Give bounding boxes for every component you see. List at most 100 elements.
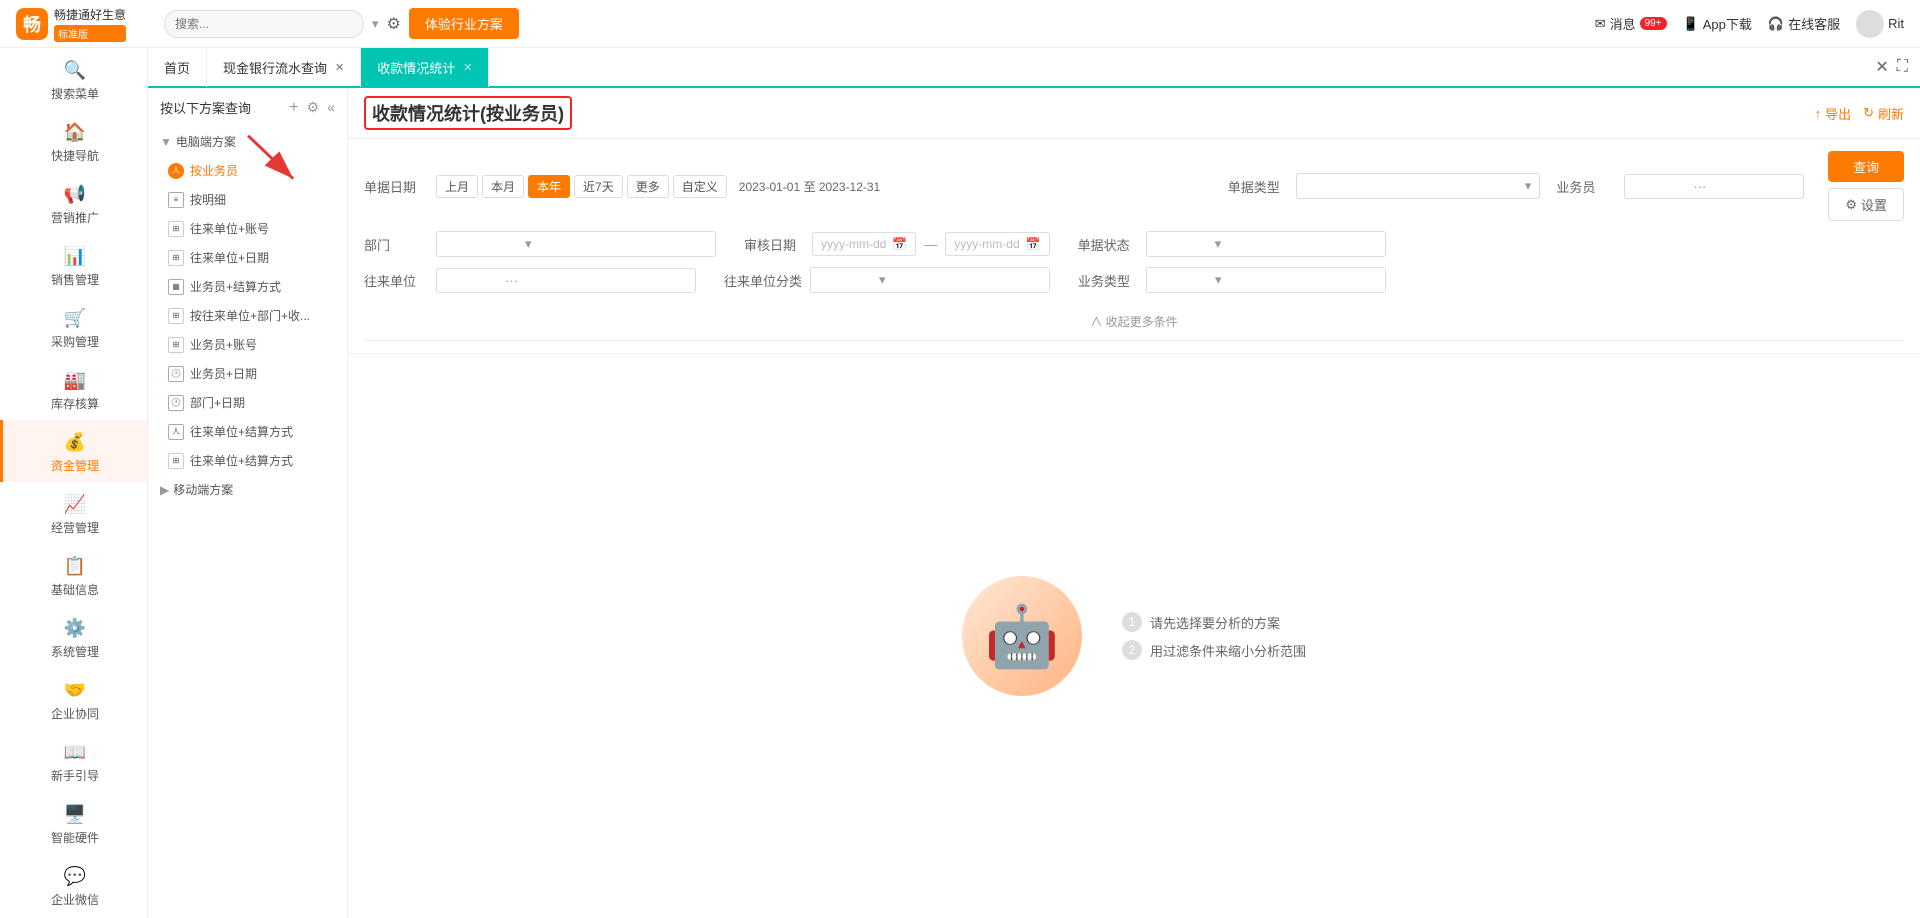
schema-item-salesman-account[interactable]: ⊞ 业务员+账号 — [148, 330, 347, 359]
edition-badge: 标准版 — [54, 25, 126, 42]
sidebar-item-marketing[interactable]: 📢 营销推广 — [0, 172, 147, 234]
app-download-label: App下载 — [1703, 14, 1752, 33]
last7-btn[interactable]: 近7天 — [574, 175, 623, 198]
schema-item-salesman-calc[interactable]: ▦ 业务员+结算方式 — [148, 272, 347, 301]
schema-item-unit-dept[interactable]: ⊞ 按往来单位+部门+收... — [148, 301, 347, 330]
collapse-button[interactable]: ∧ 收起更多条件 — [1090, 313, 1177, 330]
filter-row-2: 部门 ▾ 审核日期 yyyy-mm-dd 📅 — — [364, 231, 1904, 257]
doc-status-label: 单据状态 — [1078, 235, 1138, 254]
last-month-btn[interactable]: 上月 — [436, 175, 478, 198]
sidebar-item-inventory[interactable]: 🏭 库存核算 — [0, 358, 147, 420]
tab-bank-flow-label: 现金银行流水查询 — [223, 58, 327, 77]
schema-item-label: 往来单位+结算方式 — [190, 452, 293, 469]
schema-item-unit-date[interactable]: ⊞ 往来单位+日期 — [148, 243, 347, 272]
query-button[interactable]: 查询 — [1828, 151, 1904, 182]
calendar-from-icon[interactable]: 📅 — [892, 237, 907, 251]
schema-mobile-arrow[interactable]: ▶ — [160, 483, 169, 497]
sidebar-item-search-menu[interactable]: 🔍 搜索菜单 — [0, 48, 147, 110]
schema-item-label: 业务员+日期 — [190, 365, 257, 382]
doc-type-select[interactable]: ▾ — [1296, 173, 1541, 199]
tab-close-all-icon[interactable]: ✕ — [1875, 57, 1888, 77]
sidebar-item-purchase[interactable]: 🛒 采购管理 — [0, 296, 147, 358]
sidebar-item-label: 资金管理 — [51, 457, 99, 474]
sidebar-item-wechat[interactable]: 💬 企业微信 — [0, 854, 147, 916]
tip-number-1: 1 — [1122, 612, 1142, 632]
header-gear-icon[interactable]: ⚙ — [387, 14, 401, 34]
tab-bank-flow[interactable]: 现金银行流水查询 ✕ — [207, 48, 361, 87]
header-search-input[interactable] — [164, 10, 364, 38]
biz-type-select[interactable]: ▾ — [1146, 267, 1386, 293]
partner-select[interactable]: ··· — [436, 268, 696, 293]
tab-collection-stats[interactable]: 收款情况统计 ✕ — [361, 48, 489, 87]
schema-item-salesman-date[interactable]: 🕐 业务员+日期 — [148, 359, 347, 388]
sidebar-item-sales[interactable]: 📊 销售管理 — [0, 234, 147, 296]
settings-button[interactable]: ⚙ 设置 — [1828, 188, 1904, 221]
app-download-item[interactable]: 📱 App下载 — [1683, 14, 1752, 33]
calendar-to-icon[interactable]: 📅 — [1026, 237, 1041, 251]
schema-item-by-detail[interactable]: ≡ 按明细 — [148, 185, 347, 214]
refresh-button[interactable]: ↻ 刷新 — [1863, 104, 1904, 123]
salesman-more-icon[interactable]: ··· — [1693, 179, 1706, 194]
doc-status-select[interactable]: ▾ — [1146, 231, 1386, 257]
schema-item-unit-calc1[interactable]: 人 往来单位+结算方式 — [148, 417, 347, 446]
sidebar-item-label: 新手引导 — [51, 767, 99, 784]
online-service-item[interactable]: 🎧 在线客服 — [1768, 14, 1840, 33]
schema-mobile-section: ▶ 移动端方案 — [148, 475, 347, 504]
dept-date-icon: 🕐 — [168, 395, 184, 411]
schema-item-unit-calc2[interactable]: ⊞ 往来单位+结算方式 — [148, 446, 347, 475]
review-date-from-value: yyyy-mm-dd — [821, 237, 886, 251]
logo-area: 畅 畅捷通好生意 标准版 — [16, 6, 164, 42]
partner-category-select[interactable]: ▾ — [810, 267, 1050, 293]
review-date-from[interactable]: yyyy-mm-dd 📅 — [812, 232, 916, 256]
filter-area: 单据日期 上月 本月 本年 近7天 更多 自定义 2023-01-01 至 20… — [348, 139, 1920, 354]
custom-btn[interactable]: 自定义 — [673, 175, 727, 198]
this-month-btn[interactable]: 本月 — [482, 175, 524, 198]
sidebar-item-capital[interactable]: 💰 资金管理 — [0, 420, 147, 482]
salesman-account-icon: ⊞ — [168, 337, 184, 353]
schema-section-arrow[interactable]: ▼ — [160, 135, 172, 149]
wechat-icon: 💬 — [64, 866, 86, 887]
dept-select[interactable]: ▾ — [436, 231, 716, 257]
messages-item[interactable]: ✉ 消息 99+ — [1595, 14, 1667, 33]
doc-status-arrow-icon: ▾ — [1215, 236, 1222, 252]
date-label: 单据日期 — [364, 177, 424, 196]
review-date-to[interactable]: yyyy-mm-dd 📅 — [945, 232, 1049, 256]
sidebar-item-quick-nav[interactable]: 🏠 快捷导航 — [0, 110, 147, 172]
sidebar: 🔍 搜索菜单 🏠 快捷导航 📢 营销推广 📊 销售管理 🛒 采购管理 🏭 库存核… — [0, 48, 148, 918]
empty-tip-2: 2 用过滤条件来缩小分析范围 — [1122, 640, 1306, 660]
this-year-btn[interactable]: 本年 — [528, 175, 570, 198]
tab-bank-flow-close-icon[interactable]: ✕ — [335, 61, 344, 74]
messages-label: 消息 — [1610, 14, 1636, 33]
sidebar-item-enterprise[interactable]: 🤝 企业协同 — [0, 668, 147, 730]
schema-collapse-icon[interactable]: « — [327, 99, 335, 117]
mobile-section-label: 移动端方案 — [173, 481, 233, 498]
tab-collection-stats-close-icon[interactable]: ✕ — [463, 61, 472, 74]
sidebar-item-label: 企业微信 — [51, 891, 99, 908]
tab-home[interactable]: 首页 — [148, 48, 207, 87]
salesman-select[interactable]: ··· — [1624, 174, 1804, 199]
schema-item-label: 部门+日期 — [190, 394, 245, 411]
schema-header-label: 按以下方案查询 — [160, 98, 251, 117]
schema-add-icon[interactable]: + — [289, 99, 298, 117]
sidebar-item-operations[interactable]: 📈 经营管理 — [0, 482, 147, 544]
header-dropdown-arrow-icon[interactable]: ▾ — [372, 16, 379, 32]
message-icon: ✉ — [1595, 16, 1606, 32]
detail-icon: ≡ — [168, 192, 184, 208]
partner-more-icon[interactable]: ··· — [505, 273, 518, 288]
schema-item-by-salesman[interactable]: 人 按业务员 — [148, 156, 347, 185]
more-btn[interactable]: 更多 — [627, 175, 669, 198]
schema-item-unit-account[interactable]: ⊞ 往来单位+账号 — [148, 214, 347, 243]
operations-icon: 📈 — [64, 494, 86, 515]
trial-button[interactable]: 体验行业方案 — [409, 8, 519, 39]
user-item[interactable]: Rit — [1856, 10, 1904, 38]
sidebar-item-system[interactable]: ⚙️ 系统管理 — [0, 606, 147, 668]
schema-item-dept-date[interactable]: 🕐 部门+日期 — [148, 388, 347, 417]
export-button[interactable]: ↑ 导出 — [1815, 104, 1852, 123]
sidebar-item-guide[interactable]: 📖 新手引导 — [0, 730, 147, 792]
schema-gear-icon[interactable]: ⚙ — [307, 99, 320, 117]
sidebar-item-basic[interactable]: 📋 基础信息 — [0, 544, 147, 606]
schema-header: 按以下方案查询 + ⚙ « — [148, 88, 347, 127]
tab-maximize-icon[interactable]: ⛶ — [1897, 58, 1908, 76]
sidebar-item-smart-hw[interactable]: 🖥️ 智能硬件 — [0, 792, 147, 854]
partner-category-label: 往来单位分类 — [724, 271, 802, 290]
